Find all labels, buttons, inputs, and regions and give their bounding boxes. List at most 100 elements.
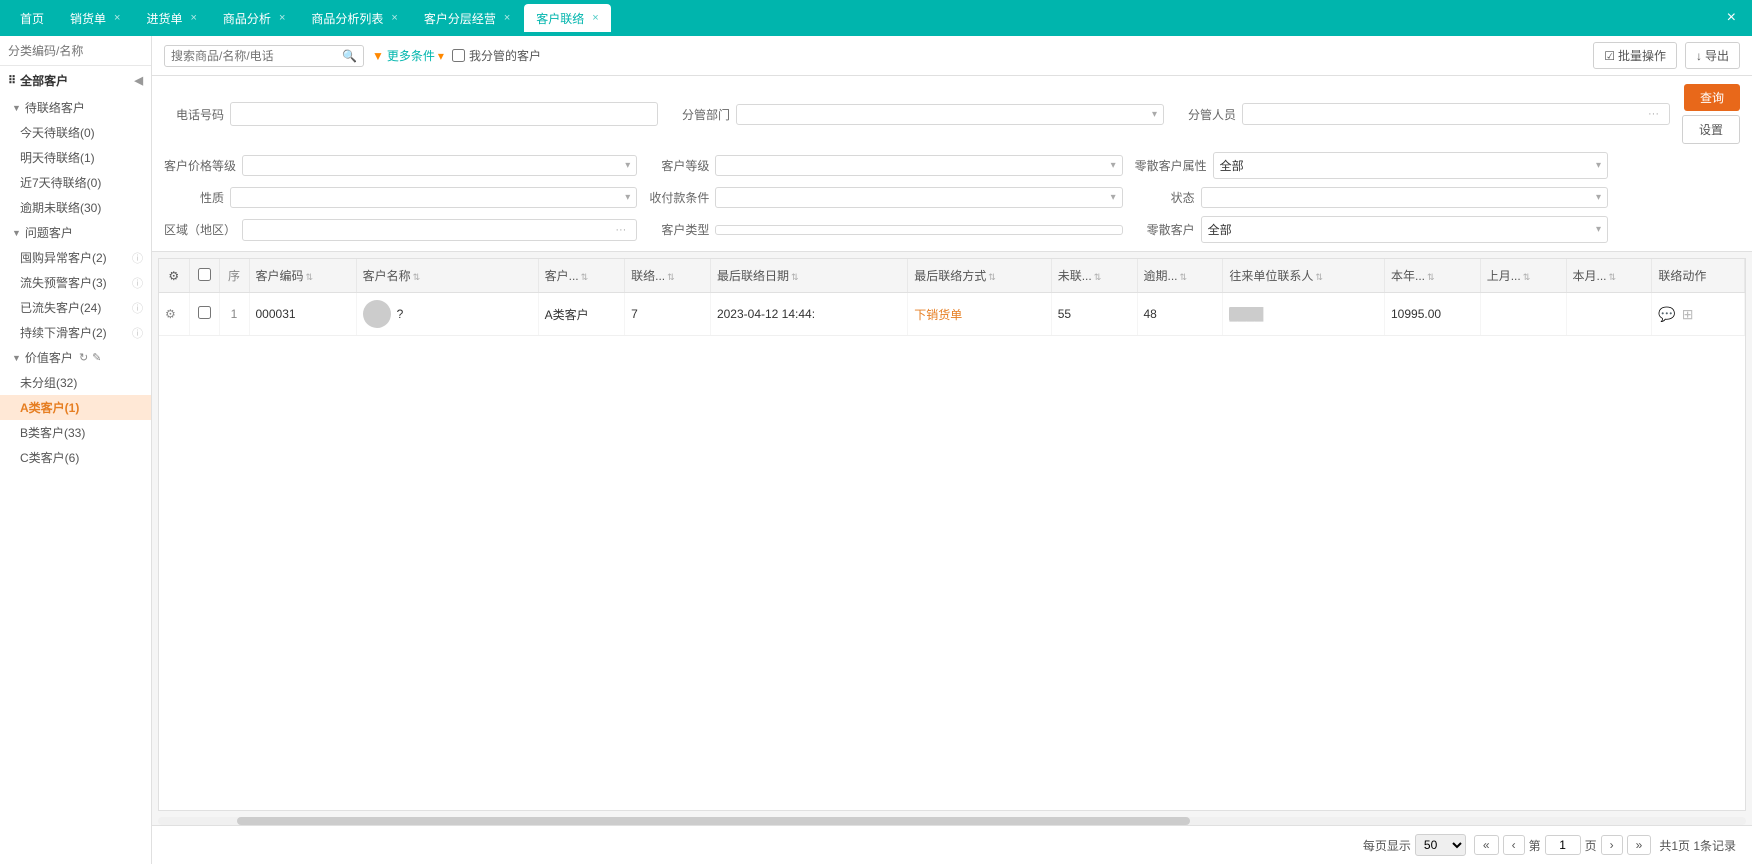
first-page-btn[interactable]: « xyxy=(1474,835,1499,855)
th-code[interactable]: 客户编码⇅ xyxy=(249,259,356,293)
nav-close-all[interactable]: × xyxy=(1719,9,1744,27)
row-name[interactable]: ? xyxy=(356,293,538,336)
th-this-month[interactable]: 本月...⇅ xyxy=(1566,259,1652,293)
tab-purchase[interactable]: 进货单 × xyxy=(134,4,208,32)
filter-region-input[interactable]: ··· xyxy=(242,219,637,241)
tab-customer-tier-close[interactable]: × xyxy=(504,12,510,24)
th-level[interactable]: 客户...⇅ xyxy=(538,259,625,293)
select-all-checkbox[interactable] xyxy=(198,268,211,281)
my-customers-check[interactable] xyxy=(452,49,465,62)
document-icon[interactable]: ⊞ xyxy=(1682,306,1694,323)
settings-button[interactable]: 设置 xyxy=(1682,115,1740,144)
prev-page-btn[interactable]: ‹ xyxy=(1503,835,1525,855)
sidebar-all-customers[interactable]: ⠿ 全部客户 ◀ xyxy=(0,66,151,95)
row-last-method[interactable]: 下销货单 xyxy=(908,293,1051,336)
tab-customer-tier[interactable]: 客户分层经营 × xyxy=(412,4,522,32)
th-overdue[interactable]: 逾期...⇅ xyxy=(1137,259,1223,293)
row-code[interactable]: 000031 xyxy=(249,293,356,336)
filter-scattered-attr: 零散客户属性 全部 ▾ xyxy=(1135,152,1608,179)
th-last-date[interactable]: 最后联络日期⇅ xyxy=(710,259,907,293)
batch-operation-btn[interactable]: ☑ 批量操作 xyxy=(1593,42,1677,69)
sidebar-collapse-icon[interactable]: ◀ xyxy=(135,74,143,87)
filter-customer-level-label: 客户等级 xyxy=(649,157,709,174)
region-more-btn[interactable]: ··· xyxy=(611,224,630,236)
th-not-contact[interactable]: 未联...⇅ xyxy=(1051,259,1137,293)
th-last-method[interactable]: 最后联络方式⇅ xyxy=(908,259,1051,293)
tab-analysis-list-close[interactable]: × xyxy=(391,12,397,24)
page-size-dropdown[interactable]: 50 100 200 xyxy=(1415,834,1466,856)
horizontal-scrollbar[interactable] xyxy=(158,817,1746,825)
refresh-icon[interactable]: ↻ xyxy=(79,351,88,364)
sidebar-value-customers-header[interactable]: ▼ 价值客户 ↻ ✎ xyxy=(0,345,151,370)
sidebar-item-b-class[interactable]: B类客户(33) xyxy=(0,420,151,445)
filter-payment-select[interactable]: ▾ xyxy=(715,187,1122,208)
last-page-btn[interactable]: » xyxy=(1627,835,1652,855)
sidebar-item-tomorrow[interactable]: 明天待联络(1) xyxy=(0,145,151,170)
tab-sales[interactable]: 销货单 × xyxy=(58,4,132,32)
sidebar-item-7days[interactable]: 近7天待联络(0) xyxy=(0,170,151,195)
th-name[interactable]: 客户名称⇅ xyxy=(356,259,538,293)
sidebar-item-hoard-abnormal[interactable]: 囤购异常客户(2) ⓘ xyxy=(0,245,151,270)
export-btn[interactable]: ↓ 导出 xyxy=(1685,42,1740,69)
filter-more-btn[interactable]: ▼ 更多条件 ▾ xyxy=(372,47,444,64)
filter-manager-input[interactable]: ··· xyxy=(1242,103,1670,125)
sidebar-problem-customers-header[interactable]: ▼ 问题客户 xyxy=(0,220,151,245)
tab-customer-contact-close[interactable]: × xyxy=(592,12,598,24)
sidebar-item-churned[interactable]: 已流失客户(24) ⓘ xyxy=(0,295,151,320)
current-page-input[interactable] xyxy=(1545,835,1581,855)
sidebar-pending-contact-header[interactable]: ▼ 待联络客户 xyxy=(0,95,151,120)
my-customers-checkbox[interactable]: 我分管的客户 xyxy=(452,47,541,64)
th-contact[interactable]: 联络...⇅ xyxy=(625,259,711,293)
th-last-month[interactable]: 上月...⇅ xyxy=(1480,259,1566,293)
row-select-checkbox[interactable] xyxy=(198,306,211,319)
filter-scattered-select[interactable]: 全部 ▾ xyxy=(1201,216,1608,243)
toolbar-search-input[interactable] xyxy=(171,49,338,63)
last-method-link[interactable]: 下销货单 xyxy=(914,308,962,322)
tab-sales-close[interactable]: × xyxy=(114,12,120,24)
filter-status-select[interactable]: ▾ xyxy=(1201,187,1608,208)
tab-home[interactable]: 首页 xyxy=(8,4,56,32)
filter-dept: 分管部门 ▾ xyxy=(670,104,1164,125)
row-gear[interactable]: ⚙ xyxy=(159,293,189,336)
tab-analysis[interactable]: 商品分析 × xyxy=(211,4,297,32)
query-button[interactable]: 查询 xyxy=(1684,84,1740,111)
main-layout: 🔍 ⠿ 全部客户 ◀ ▼ 待联络客户 今天待联络(0) 明天待联络(1) 近7天… xyxy=(0,36,1752,864)
toolbar-search-icon[interactable]: 🔍 xyxy=(342,49,357,63)
filter-nature-select[interactable]: ▾ xyxy=(230,187,637,208)
filter-payment-label: 收付款条件 xyxy=(649,189,709,206)
filter-customer-type-select[interactable] xyxy=(715,225,1122,235)
filter-customer-type-label: 客户类型 xyxy=(649,221,709,238)
sidebar-item-churn-warning[interactable]: 流失预警客户(3) ⓘ xyxy=(0,270,151,295)
sidebar-item-c-class[interactable]: C类客户(6) xyxy=(0,445,151,470)
manager-more-btn[interactable]: ··· xyxy=(1644,108,1663,120)
th-code-label: 客户编码 xyxy=(256,269,304,283)
filter-customer-level-select[interactable]: ▾ xyxy=(715,155,1122,176)
tab-analysis-close[interactable]: × xyxy=(279,12,285,24)
page-unit: 页 xyxy=(1585,837,1597,854)
th-year-amount[interactable]: 本年...⇅ xyxy=(1385,259,1481,293)
filter-phone-input[interactable] xyxy=(230,102,658,126)
filter-dept-select[interactable]: ▾ xyxy=(736,104,1164,125)
toolbar-search-box[interactable]: 🔍 xyxy=(164,45,364,67)
hoard-abnormal-label: 囤购异常客户(2) xyxy=(20,249,107,266)
scrollbar-thumb[interactable] xyxy=(237,817,1190,825)
edit-icon[interactable]: ✎ xyxy=(92,351,101,364)
next-page-btn[interactable]: › xyxy=(1601,835,1623,855)
th-checkbox[interactable] xyxy=(189,259,219,293)
sidebar-item-declining[interactable]: 持续下滑客户(2) ⓘ xyxy=(0,320,151,345)
message-icon[interactable]: 💬 xyxy=(1658,306,1675,323)
sidebar-search-input[interactable] xyxy=(8,44,152,58)
sidebar-item-unclassified[interactable]: 未分组(32) xyxy=(0,370,151,395)
filter-scattered-attr-select[interactable]: 全部 ▾ xyxy=(1213,152,1608,179)
tab-purchase-close[interactable]: × xyxy=(190,12,196,24)
row-checkbox[interactable] xyxy=(189,293,219,336)
sidebar-item-a-class[interactable]: A类客户(1) xyxy=(0,395,151,420)
sidebar-item-overdue[interactable]: 逾期未联络(30) xyxy=(0,195,151,220)
filter-price-level-select[interactable]: ▾ xyxy=(242,155,637,176)
sidebar-item-today[interactable]: 今天待联络(0) xyxy=(0,120,151,145)
th-gear[interactable]: ⚙ xyxy=(159,259,189,293)
tab-customer-contact[interactable]: 客户联络 × xyxy=(524,4,610,32)
th-last-method-label: 最后联络方式 xyxy=(914,269,986,283)
th-contact2[interactable]: 往来单位联系人⇅ xyxy=(1223,259,1385,293)
tab-analysis-list[interactable]: 商品分析列表 × xyxy=(299,4,409,32)
